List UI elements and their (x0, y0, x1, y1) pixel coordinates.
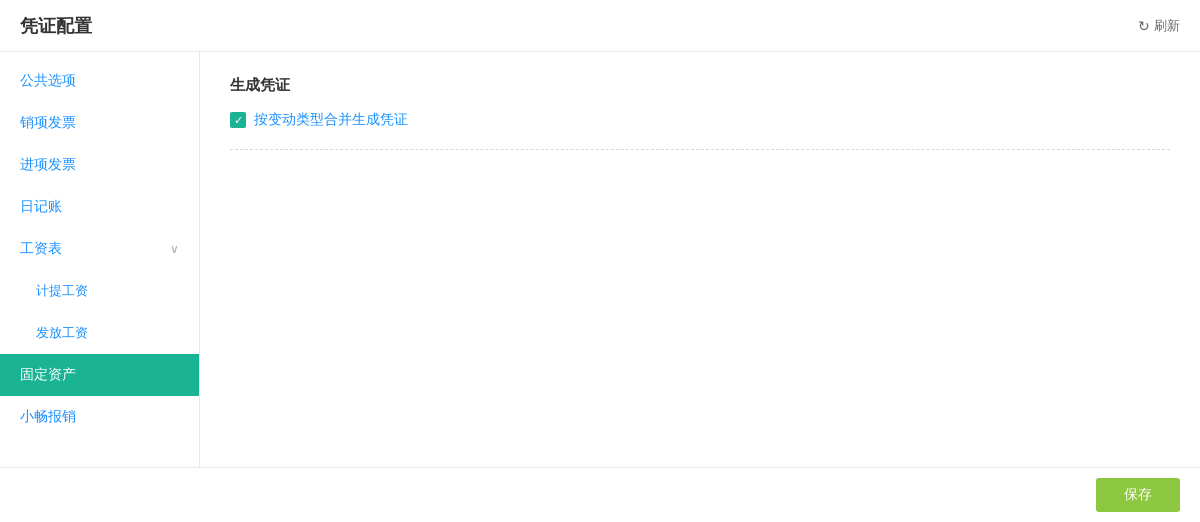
sidebar-item-purchase-invoice[interactable]: 进项发票 (0, 144, 199, 186)
refresh-button[interactable]: ↻ 刷新 (1138, 17, 1180, 35)
refresh-label: 刷新 (1154, 17, 1180, 35)
chevron-down-icon: ∨ (170, 242, 179, 256)
merge-voucher-checkbox[interactable]: ✓ (230, 112, 246, 128)
checkmark-icon: ✓ (234, 115, 243, 126)
sidebar-item-calc-salary[interactable]: 计提工资 (0, 270, 199, 312)
section-title: 生成凭证 (230, 76, 1170, 95)
sidebar-item-public[interactable]: 公共选项 (0, 60, 199, 102)
section-divider (230, 149, 1170, 150)
sidebar-item-label: 计提工资 (36, 282, 88, 300)
sidebar-item-sales-invoice[interactable]: 销项发票 (0, 102, 199, 144)
merge-voucher-label[interactable]: 按变动类型合并生成凭证 (254, 111, 408, 129)
save-button[interactable]: 保存 (1096, 478, 1180, 512)
header: 凭证配置 ↻ 刷新 (0, 0, 1200, 52)
sidebar-item-payroll-table[interactable]: 工资表 ∨ (0, 228, 199, 270)
footer: 保存 (0, 467, 1200, 522)
refresh-icon: ↻ (1138, 18, 1150, 34)
sidebar-item-label: 销项发票 (20, 114, 76, 132)
sidebar-item-expense-claim[interactable]: 小畅报销 (0, 396, 199, 438)
sidebar-item-label: 进项发票 (20, 156, 76, 174)
sidebar-item-label: 小畅报销 (20, 408, 76, 426)
sidebar-item-label: 发放工资 (36, 324, 88, 342)
sidebar-item-label: 固定资产 (20, 366, 76, 384)
sidebar-item-pay-salary[interactable]: 发放工资 (0, 312, 199, 354)
sidebar-item-journal[interactable]: 日记账 (0, 186, 199, 228)
content-area: 生成凭证 ✓ 按变动类型合并生成凭证 (200, 52, 1200, 467)
page-title: 凭证配置 (20, 14, 92, 38)
sidebar-item-label: 日记账 (20, 198, 62, 216)
sidebar-item-label: 工资表 (20, 240, 62, 258)
main-layout: 公共选项销项发票进项发票日记账工资表 ∨ 计提工资发放工资固定资产小畅报销 生成凭证… (0, 52, 1200, 467)
sidebar-item-fixed-assets[interactable]: 固定资产 (0, 354, 199, 396)
merge-voucher-row: ✓ 按变动类型合并生成凭证 (230, 111, 1170, 129)
sidebar: 公共选项销项发票进项发票日记账工资表 ∨ 计提工资发放工资固定资产小畅报销 (0, 52, 200, 467)
sidebar-item-label: 公共选项 (20, 72, 76, 90)
